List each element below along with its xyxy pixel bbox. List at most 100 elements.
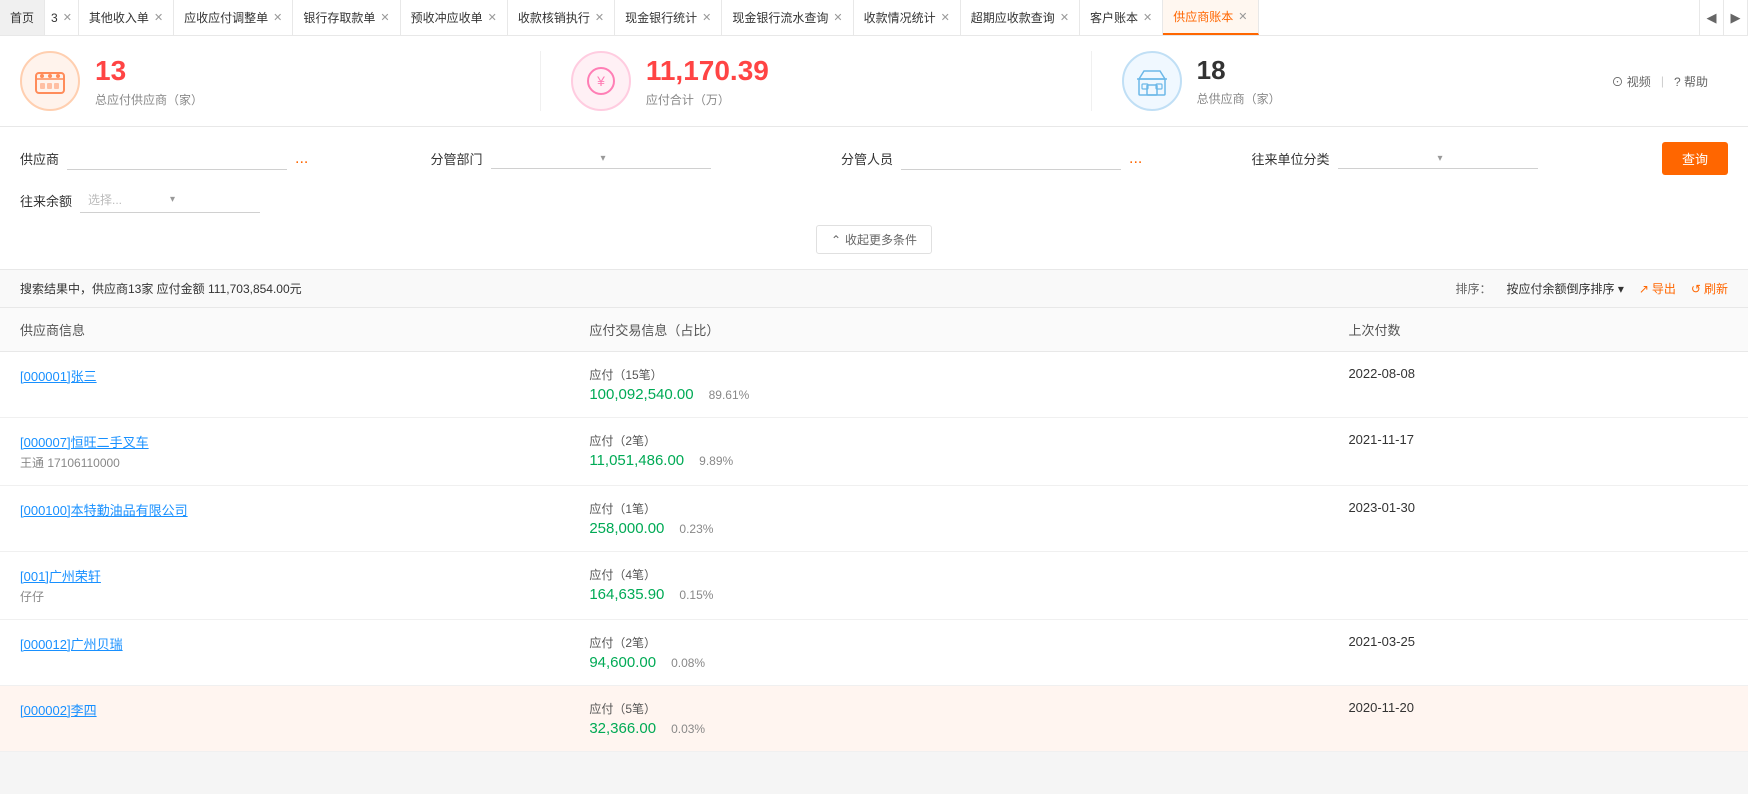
lastpay-cell: 2021-11-17 (1348, 432, 1728, 447)
table-row: [000007]恒旺二手叉车 王通 17106110000 应付（2笔） 11,… (0, 418, 1748, 486)
balance-dropdown-placeholder: 选择... (88, 191, 170, 208)
nav-tab-receipt-stat[interactable]: 收款情况统计 ✕ (854, 0, 961, 35)
supplier-filter-dots[interactable]: ... (295, 150, 308, 168)
filter-person: 分管人员 ... (841, 147, 1232, 170)
nav-tab-cash-flow-label: 现金银行流水查询 (732, 9, 828, 26)
help-link[interactable]: ? 帮助 (1674, 73, 1708, 90)
nav-tab-receipt-stat-close[interactable]: ✕ (941, 11, 950, 24)
nav-tab-bank-close[interactable]: ✕ (380, 11, 389, 24)
filter-balance: 往来余额 选择... ▾ (20, 187, 1728, 213)
payable-icon: ¥ (571, 51, 631, 111)
transaction-amount[interactable]: 100,092,540.00 (589, 386, 693, 403)
export-button[interactable]: ↗ 导出 (1639, 280, 1676, 297)
transaction-percent: 0.23% (679, 522, 713, 536)
nav-tab-home[interactable]: 首页 (0, 0, 45, 35)
nav-tab-ar-adjust-close[interactable]: ✕ (273, 11, 282, 24)
summary-card-3-label: 总供应商（家） (1197, 90, 1612, 107)
nav-tab-receipt[interactable]: 收款核销执行 ✕ (508, 0, 615, 35)
sort-dropdown-arrow: ▾ (1618, 282, 1624, 296)
nav-tab-supplier-ledger-close[interactable]: ✕ (1238, 10, 1247, 23)
nav-tab-3[interactable]: 3 ✕ (45, 0, 79, 35)
nav-tab-cash-bank[interactable]: 现金银行统计 ✕ (615, 0, 722, 35)
video-link[interactable]: ⊙ 视频 (1611, 73, 1650, 90)
supplier-link[interactable]: [000012]广州贝瑞 (20, 634, 589, 653)
nav-tab-other-income[interactable]: 其他收入单 ✕ (79, 0, 174, 35)
nav-right-arrow[interactable]: ▶ (1724, 0, 1748, 36)
supplier-cell: [000100]本特勤油品有限公司 (20, 500, 589, 519)
lastpay-cell: 2020-11-20 (1348, 700, 1728, 715)
store-icon (1122, 51, 1182, 111)
filter-category: 往来单位分类 ▾ (1252, 149, 1643, 169)
dept-filter-label: 分管部门 (431, 149, 483, 168)
table-row: [000100]本特勤油品有限公司 应付（1笔） 258,000.00 0.23… (0, 486, 1748, 552)
nav-tab-overdue-label: 超期应收款查询 (971, 9, 1055, 26)
dept-dropdown-arrow: ▾ (601, 153, 703, 164)
search-button[interactable]: 查询 (1662, 142, 1728, 175)
lastpay-cell: 2021-03-25 (1348, 634, 1728, 649)
summary-card-2: ¥ 11,170.39 应付合计（万） (541, 51, 1092, 111)
nav-tab-receipt-close[interactable]: ✕ (595, 11, 604, 24)
supplier-sub: 仔仔 (20, 588, 589, 605)
nav-tab-other-income-close[interactable]: ✕ (154, 11, 163, 24)
summary-card-3: 18 总供应商（家） (1092, 51, 1612, 111)
results-actions: 排序： 按应付余额倒序排序 ▾ ↗ 导出 ↺ 刷新 (1455, 280, 1728, 297)
divider: | (1661, 74, 1664, 88)
supplier-link[interactable]: [001]广州荣轩 (20, 566, 589, 585)
transaction-amount-row: 258,000.00 0.23% (589, 520, 1348, 537)
video-icon: ⊙ (1611, 75, 1623, 89)
transaction-cell: 应付（2笔） 94,600.00 0.08% (589, 634, 1348, 671)
nav-tab-prepay-close[interactable]: ✕ (488, 11, 497, 24)
balance-dropdown-arrow: ▾ (170, 194, 252, 205)
nav-tab-customer-ledger-label: 客户账本 (1090, 9, 1138, 26)
collapse-button[interactable]: ⌃ 收起更多条件 (816, 225, 932, 254)
nav-left-arrow[interactable]: ◀ (1700, 0, 1724, 36)
nav-tab-customer-ledger[interactable]: 客户账本 ✕ (1080, 0, 1163, 35)
summary-section: 13 总应付供应商（家） ¥ 11,170.39 应付合计（万） (0, 36, 1748, 127)
nav-tab-prepay[interactable]: 预收冲应收单 ✕ (401, 0, 508, 35)
nav-tab-cash-flow-close[interactable]: ✕ (833, 11, 842, 24)
nav-tab-3-close[interactable]: ✕ (63, 11, 72, 24)
supplier-cell: [000001]张三 (20, 366, 589, 385)
balance-filter-label: 往来余额 (20, 191, 72, 210)
nav-tab-home-label: 首页 (10, 9, 34, 26)
category-filter-dropdown[interactable]: ▾ (1338, 149, 1538, 169)
transaction-amount[interactable]: 164,635.90 (589, 586, 664, 603)
category-filter-label: 往来单位分类 (1252, 149, 1330, 168)
nav-tab-cash-bank-close[interactable]: ✕ (702, 11, 711, 24)
nav-tab-other-income-label: 其他收入单 (89, 9, 149, 26)
person-filter-dots[interactable]: ... (1129, 150, 1142, 168)
transaction-amount[interactable]: 94,600.00 (589, 654, 656, 671)
nav-scroll-arrows: ◀ ▶ (1699, 0, 1748, 36)
supplier-link[interactable]: [000001]张三 (20, 366, 589, 385)
last-pay-date: 2020-11-20 (1348, 700, 1414, 715)
transaction-amount[interactable]: 258,000.00 (589, 520, 664, 537)
nav-tab-overdue[interactable]: 超期应收款查询 ✕ (961, 0, 1080, 35)
supplier-icon (20, 51, 80, 111)
supplier-link[interactable]: [000100]本特勤油品有限公司 (20, 500, 589, 519)
nav-tab-supplier-ledger[interactable]: 供应商账本 ✕ (1163, 0, 1258, 35)
nav-tab-bank[interactable]: 银行存取款单 ✕ (293, 0, 400, 35)
transaction-amount-row: 32,366.00 0.03% (589, 720, 1348, 737)
nav-tab-ar-adjust[interactable]: 应收应付调整单 ✕ (174, 0, 293, 35)
transaction-amount[interactable]: 11,051,486.00 (589, 452, 684, 469)
sort-value[interactable]: 按应付余额倒序排序 ▾ (1506, 280, 1623, 297)
filter-dept: 分管部门 ▾ (431, 149, 822, 169)
transaction-amount[interactable]: 32,366.00 (589, 720, 656, 737)
refresh-button[interactable]: ↺ 刷新 (1691, 280, 1728, 297)
transaction-percent: 89.61% (709, 388, 750, 402)
nav-tab-customer-ledger-close[interactable]: ✕ (1143, 11, 1152, 24)
person-filter-input[interactable] (901, 147, 1121, 170)
balance-filter-dropdown[interactable]: 选择... ▾ (80, 187, 260, 213)
supplier-link[interactable]: [000007]恒旺二手叉车 (20, 432, 589, 451)
dept-filter-dropdown[interactable]: ▾ (491, 149, 711, 169)
supplier-cell: [000007]恒旺二手叉车 王通 17106110000 (20, 432, 589, 471)
nav-tab-overdue-close[interactable]: ✕ (1060, 11, 1069, 24)
supplier-link[interactable]: [000002]李四 (20, 700, 589, 719)
table-body: [000001]张三 应付（15笔） 100,092,540.00 89.61%… (0, 352, 1748, 752)
supplier-filter-input[interactable] (67, 147, 287, 170)
nav-tab-cash-flow[interactable]: 现金银行流水查询 ✕ (722, 0, 853, 35)
summary-card-2-info: 11,170.39 应付合计（万） (646, 54, 1061, 109)
export-label: 导出 (1652, 280, 1676, 297)
top-navigation: 首页 3 ✕ 其他收入单 ✕ 应收应付调整单 ✕ 银行存取款单 ✕ 预收冲应收单… (0, 0, 1748, 36)
summary-card-1-value: 13 (95, 54, 510, 88)
